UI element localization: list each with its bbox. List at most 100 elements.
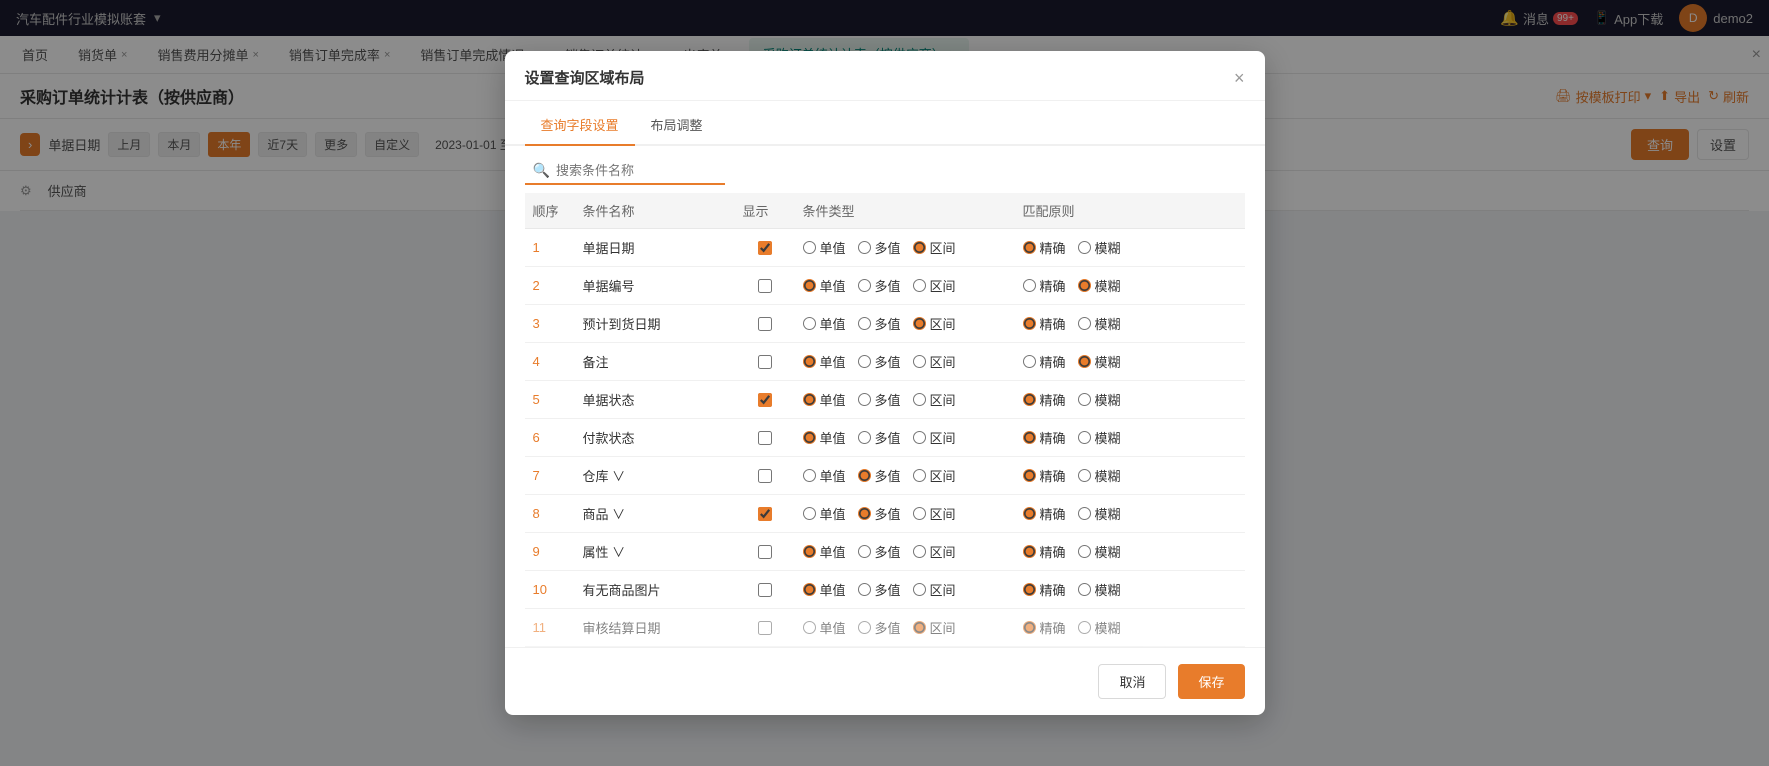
type-multi[interactable]: 多值 <box>858 618 901 637</box>
match-fuzzy[interactable]: 模糊 <box>1078 390 1121 409</box>
row-order: 6 <box>533 430 540 445</box>
match-exact[interactable]: 精确 <box>1023 238 1066 257</box>
type-range[interactable]: 区间 <box>913 276 956 295</box>
row-type-cell: 单值 多值 区间 <box>795 238 1015 257</box>
type-single[interactable]: 单值 <box>803 428 846 447</box>
row-match-cell: 精确 模糊 <box>1015 542 1215 561</box>
match-exact[interactable]: 精确 <box>1023 276 1066 295</box>
type-range[interactable]: 区间 <box>913 314 956 333</box>
search-input[interactable] <box>556 163 716 178</box>
save-button[interactable]: 保存 <box>1178 664 1244 699</box>
row-display-cell <box>735 238 795 257</box>
type-range[interactable]: 区间 <box>913 580 956 599</box>
match-exact[interactable]: 精确 <box>1023 580 1066 599</box>
settings-dialog: 设置查询区域布局 × 查询字段设置 布局调整 🔍 顺序 条件名称 显示 <box>505 51 1265 715</box>
type-range[interactable]: 区间 <box>913 428 956 447</box>
display-checkbox[interactable] <box>758 317 772 331</box>
display-checkbox[interactable] <box>758 279 772 293</box>
type-multi[interactable]: 多值 <box>858 390 901 409</box>
match-fuzzy[interactable]: 模糊 <box>1078 276 1121 295</box>
match-fuzzy[interactable]: 模糊 <box>1078 352 1121 371</box>
type-multi[interactable]: 多值 <box>858 542 901 561</box>
type-range[interactable]: 区间 <box>913 504 956 523</box>
display-checkbox[interactable] <box>758 545 772 559</box>
type-single[interactable]: 单值 <box>803 618 846 637</box>
match-fuzzy[interactable]: 模糊 <box>1078 542 1121 561</box>
type-range[interactable]: 区间 <box>913 466 956 485</box>
dialog-close-button[interactable]: × <box>1234 69 1245 87</box>
match-exact[interactable]: 精确 <box>1023 504 1066 523</box>
type-single[interactable]: 单值 <box>803 542 846 561</box>
row-display-cell <box>735 466 795 485</box>
type-single[interactable]: 单值 <box>803 238 846 257</box>
match-fuzzy[interactable]: 模糊 <box>1078 314 1121 333</box>
type-multi[interactable]: 多值 <box>858 580 901 599</box>
match-fuzzy[interactable]: 模糊 <box>1078 504 1121 523</box>
modal-overlay: 设置查询区域布局 × 查询字段设置 布局调整 🔍 顺序 条件名称 显示 <box>0 0 1769 766</box>
type-range[interactable]: 区间 <box>913 618 956 637</box>
match-fuzzy[interactable]: 模糊 <box>1078 238 1121 257</box>
row-display-cell <box>735 276 795 295</box>
table-row: 11 审核结算日期 单值 多值 区间 精确 模糊 <box>525 609 1245 647</box>
header-display: 显示 <box>735 201 795 220</box>
match-exact[interactable]: 精确 <box>1023 466 1066 485</box>
type-single[interactable]: 单值 <box>803 314 846 333</box>
row-type-cell: 单值 多值 区间 <box>795 428 1015 447</box>
match-exact[interactable]: 精确 <box>1023 542 1066 561</box>
type-multi[interactable]: 多值 <box>858 314 901 333</box>
match-exact[interactable]: 精确 <box>1023 314 1066 333</box>
display-checkbox[interactable] <box>758 507 772 521</box>
row-type-cell: 单值 多值 区间 <box>795 504 1015 523</box>
match-exact[interactable]: 精确 <box>1023 390 1066 409</box>
dialog-title: 设置查询区域布局 <box>525 67 645 88</box>
match-exact[interactable]: 精确 <box>1023 352 1066 371</box>
dialog-footer: 取消 保存 <box>505 647 1265 715</box>
type-multi[interactable]: 多值 <box>858 276 901 295</box>
row-name: 审核结算日期 <box>575 618 735 637</box>
row-name: 单据状态 <box>575 390 735 409</box>
type-multi[interactable]: 多值 <box>858 504 901 523</box>
display-checkbox[interactable] <box>758 583 772 597</box>
match-fuzzy[interactable]: 模糊 <box>1078 580 1121 599</box>
type-multi[interactable]: 多值 <box>858 352 901 371</box>
display-checkbox[interactable] <box>758 393 772 407</box>
type-single[interactable]: 单值 <box>803 390 846 409</box>
row-order: 3 <box>533 316 540 331</box>
type-single[interactable]: 单值 <box>803 276 846 295</box>
tab-field-settings[interactable]: 查询字段设置 <box>525 105 635 146</box>
type-range[interactable]: 区间 <box>913 390 956 409</box>
match-exact[interactable]: 精确 <box>1023 428 1066 447</box>
type-multi[interactable]: 多值 <box>858 466 901 485</box>
match-fuzzy[interactable]: 模糊 <box>1078 466 1121 485</box>
type-multi[interactable]: 多值 <box>858 238 901 257</box>
match-fuzzy[interactable]: 模糊 <box>1078 618 1121 637</box>
display-checkbox[interactable] <box>758 355 772 369</box>
type-range[interactable]: 区间 <box>913 238 956 257</box>
type-multi[interactable]: 多值 <box>858 428 901 447</box>
display-checkbox[interactable] <box>758 431 772 445</box>
type-single[interactable]: 单值 <box>803 504 846 523</box>
table-row: 6 付款状态 单值 多值 区间 精确 模糊 <box>525 419 1245 457</box>
type-single[interactable]: 单值 <box>803 580 846 599</box>
match-exact[interactable]: 精确 <box>1023 618 1066 637</box>
row-order: 9 <box>533 544 540 559</box>
type-single[interactable]: 单值 <box>803 466 846 485</box>
match-fuzzy[interactable]: 模糊 <box>1078 428 1121 447</box>
table-row: 3 预计到货日期 单值 多值 区间 精确 模糊 <box>525 305 1245 343</box>
row-order: 2 <box>533 278 540 293</box>
display-checkbox[interactable] <box>758 469 772 483</box>
dialog-tabs: 查询字段设置 布局调整 <box>505 105 1265 146</box>
table-row: 5 单据状态 单值 多值 区间 精确 模糊 <box>525 381 1245 419</box>
display-checkbox[interactable] <box>758 621 772 635</box>
display-checkbox[interactable] <box>758 241 772 255</box>
row-order: 4 <box>533 354 540 369</box>
header-match: 匹配原则 <box>1015 201 1215 220</box>
tab-layout[interactable]: 布局调整 <box>635 105 719 146</box>
cancel-button[interactable]: 取消 <box>1098 664 1166 699</box>
row-name: 属性 ∨ <box>575 542 735 561</box>
type-single[interactable]: 单值 <box>803 352 846 371</box>
type-range[interactable]: 区间 <box>913 352 956 371</box>
row-display-cell <box>735 314 795 333</box>
type-range[interactable]: 区间 <box>913 542 956 561</box>
row-match-cell: 精确 模糊 <box>1015 352 1215 371</box>
